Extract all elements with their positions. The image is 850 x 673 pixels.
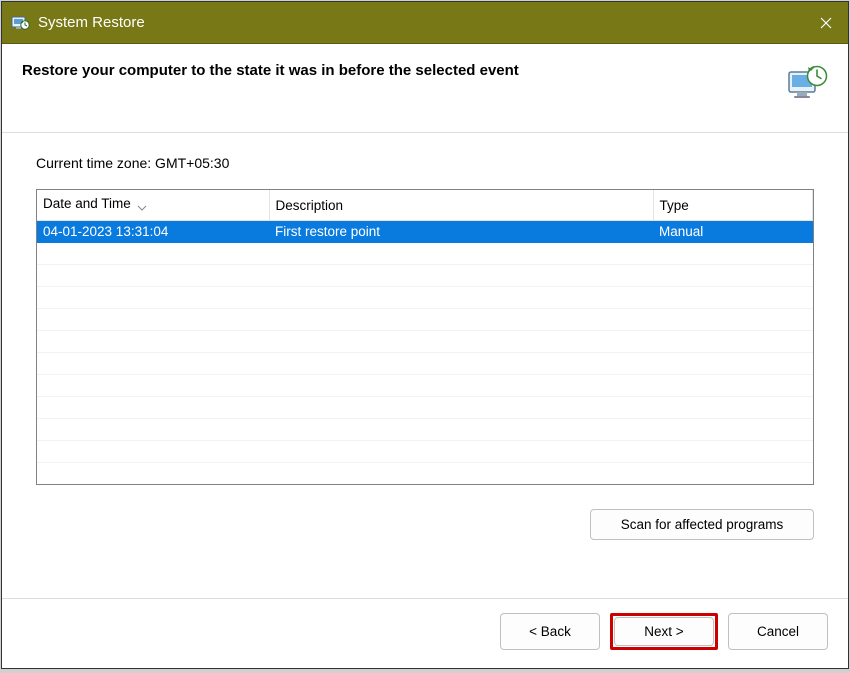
system-restore-window: System Restore Restore your computer to … [1,1,849,669]
table-header-row: Date and Time Description Type [37,190,813,221]
table-row: . [37,309,813,331]
next-button[interactable]: Next > [614,617,714,646]
sort-indicator-icon [137,199,147,214]
window-title: System Restore [38,14,804,31]
table-row: . [37,441,813,463]
table-row: . [37,375,813,397]
table-row: . [37,243,813,265]
page-header: Restore your computer to the state it wa… [2,44,848,133]
table-row: . [37,353,813,375]
cell-description: First restore point [269,221,653,243]
wizard-footer: < Back Next > Cancel [2,598,848,668]
next-button-highlight: Next > [610,613,718,650]
table-row: . [37,463,813,485]
content-area: Current time zone: GMT+05:30 Date and Ti… [2,133,848,598]
app-icon [10,13,30,33]
column-header-description[interactable]: Description [269,190,653,221]
column-header-type[interactable]: Type [653,190,813,221]
titlebar: System Restore [2,2,848,44]
table-row: . [37,287,813,309]
restore-points-table[interactable]: Date and Time Description Type 04-01-202… [37,190,813,485]
cell-type: Manual [653,221,813,243]
table-row: . [37,331,813,353]
column-header-date-time[interactable]: Date and Time [37,190,269,221]
restore-points-table-wrapper: Date and Time Description Type 04-01-202… [36,189,814,485]
close-button[interactable] [804,2,848,44]
scan-row: Scan for affected programs [36,509,814,540]
table-row: . [37,397,813,419]
scan-affected-button[interactable]: Scan for affected programs [590,509,814,540]
timezone-label: Current time zone: GMT+05:30 [36,155,814,171]
table-row: . [37,419,813,441]
back-button[interactable]: < Back [500,613,600,650]
page-heading: Restore your computer to the state it wa… [22,62,519,79]
table-row[interactable]: 04-01-2023 13:31:04 First restore point … [37,221,813,243]
cell-date-time: 04-01-2023 13:31:04 [37,221,269,243]
table-row: . [37,265,813,287]
restore-icon [786,62,828,104]
cancel-button[interactable]: Cancel [728,613,828,650]
